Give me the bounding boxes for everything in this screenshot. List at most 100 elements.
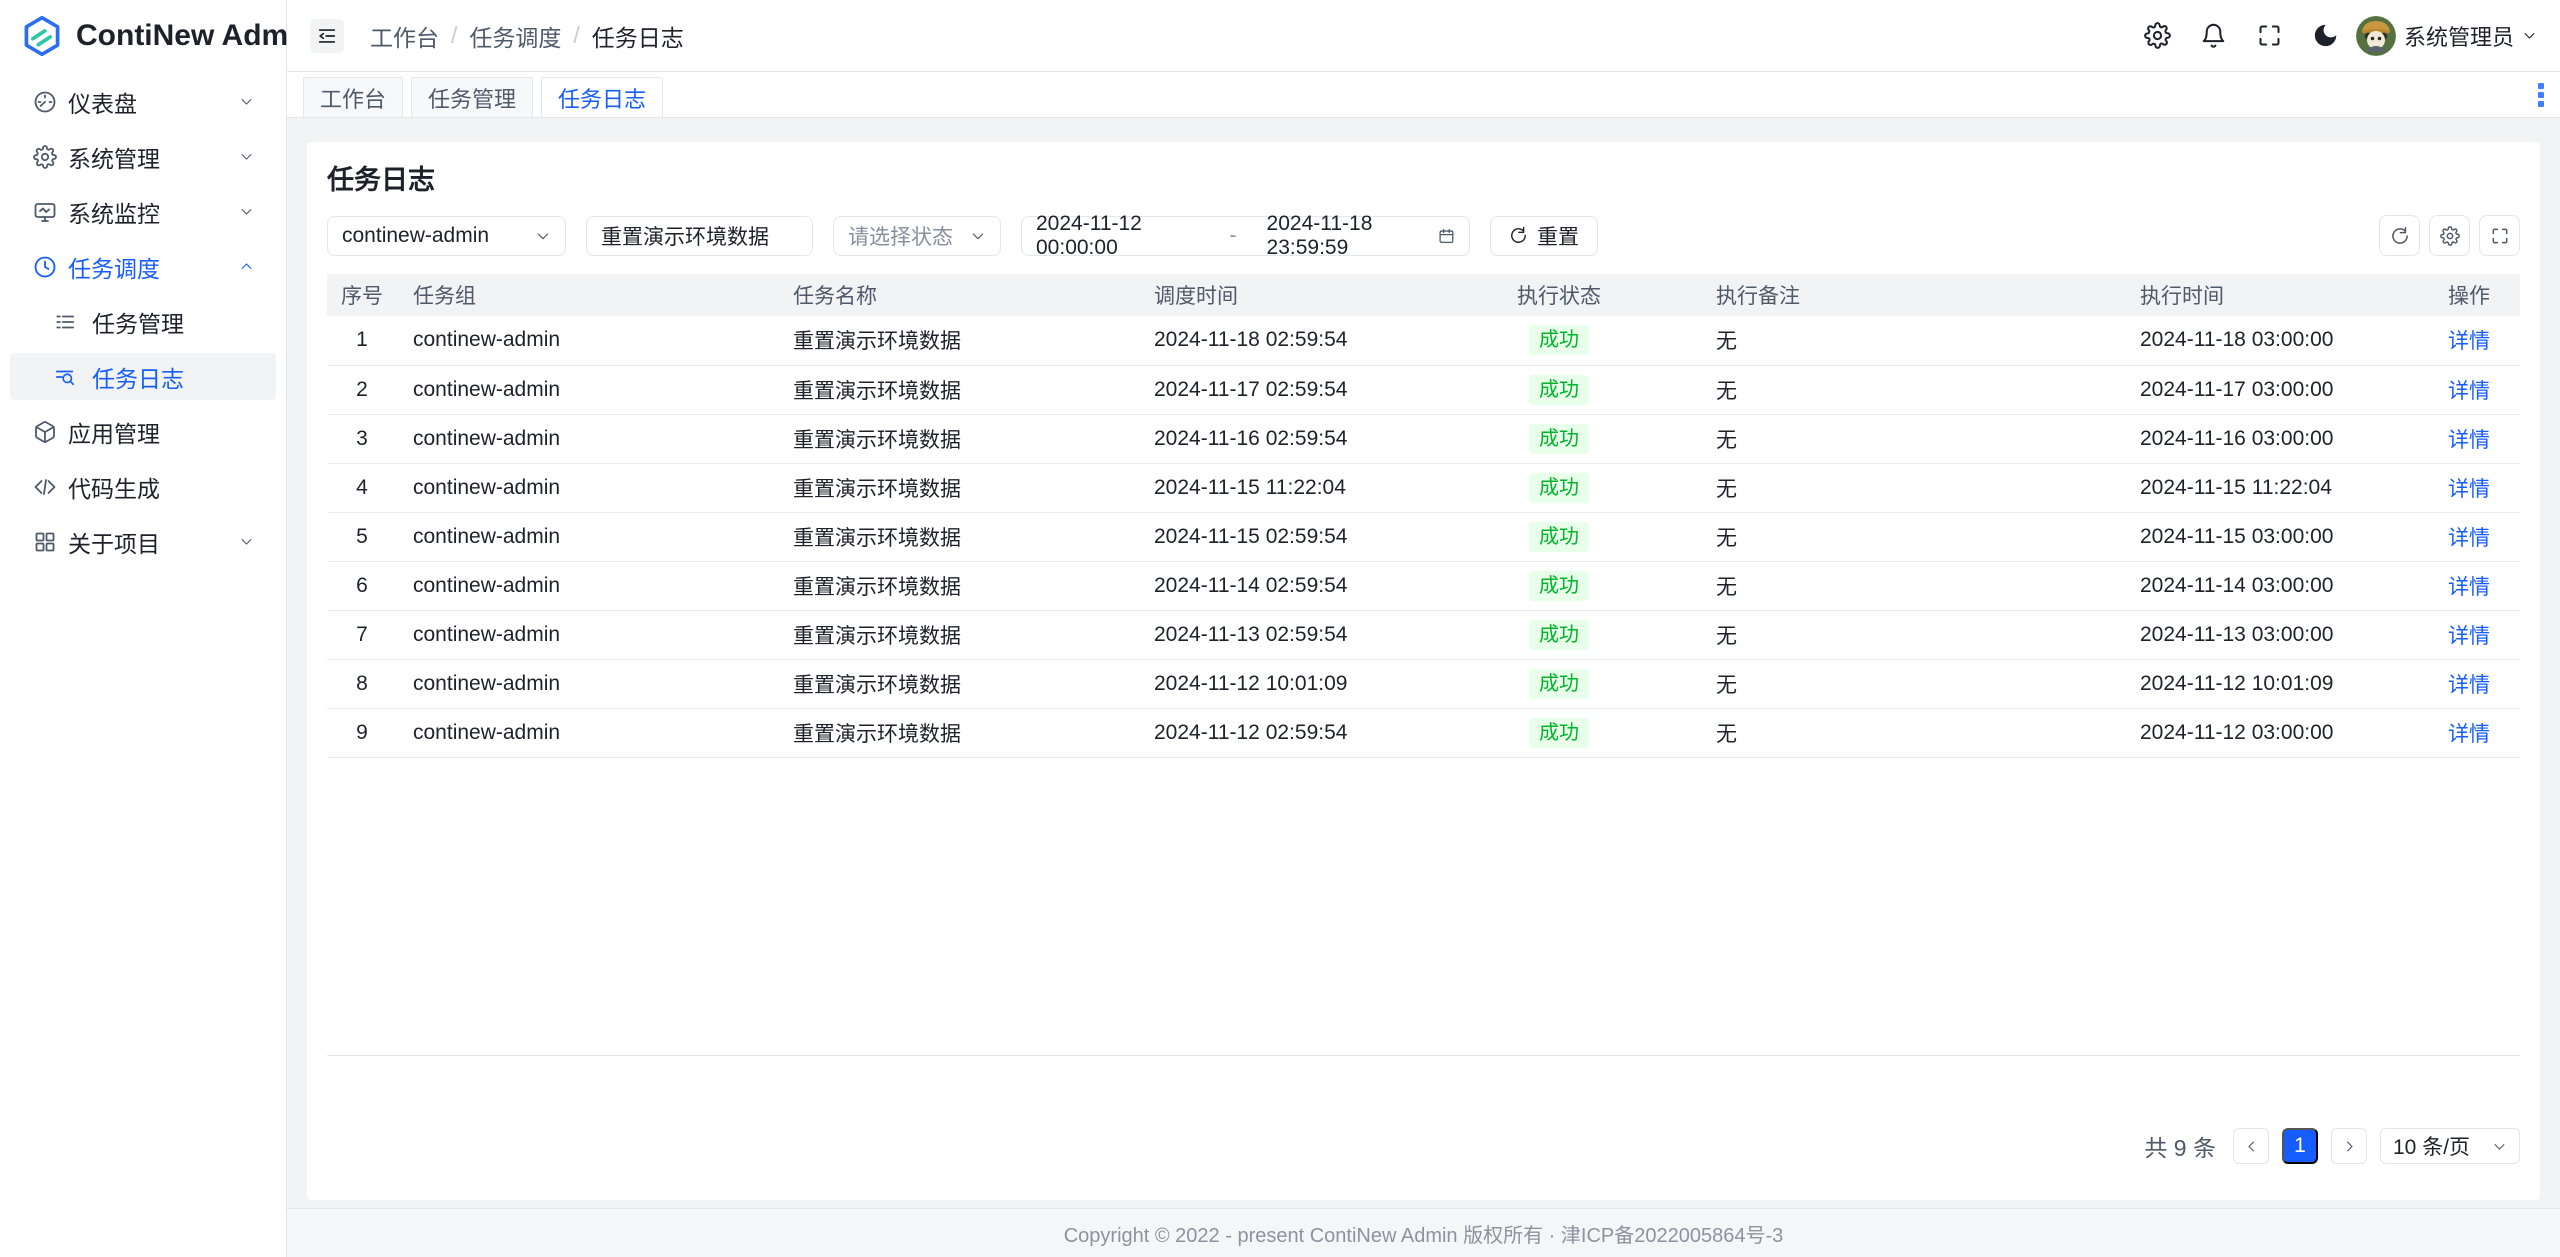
sidebar-collapse-button[interactable]: [310, 19, 344, 53]
tab-workbench[interactable]: 工作台: [303, 77, 403, 117]
cell-schedule-time: 2024-11-13 02:59:54: [1138, 610, 1418, 659]
chevron-down-icon: [2492, 1139, 2507, 1154]
date-range-picker[interactable]: 2024-11-12 00:00:00 - 2024-11-18 23:59:5…: [1021, 216, 1470, 256]
cell-action: 详情: [2394, 316, 2520, 365]
cell-remark: 无: [1700, 708, 2124, 757]
sidebar-item-dashboard[interactable]: 仪表盘: [10, 78, 276, 125]
cell-group: continew-admin: [397, 708, 777, 757]
status-badge: 成功: [1529, 473, 1589, 503]
cell-action: 详情: [2394, 561, 2520, 610]
tab-task-log[interactable]: 任务日志: [541, 77, 663, 117]
cell-group: continew-admin: [397, 610, 777, 659]
table-row: 9continew-admin重置演示环境数据2024-11-12 02:59:…: [327, 708, 2520, 757]
copyright-text: Copyright © 2022 - present ContiNew Admi…: [1064, 1219, 1784, 1248]
refresh-table-button[interactable]: [2379, 215, 2420, 256]
cell-no: 2: [327, 365, 397, 414]
breadcrumb-separator: /: [573, 22, 579, 49]
logo-icon: [20, 14, 64, 58]
tab-more-icon[interactable]: [2536, 80, 2546, 110]
sidebar-item-about-project[interactable]: 关于项目: [10, 518, 276, 565]
sidebar: ContiNew Admin 仪表盘 系统管理 系统监控 任务调度: [0, 0, 287, 1257]
sidebar-item-system-monitor[interactable]: 系统监控: [10, 188, 276, 235]
cell-remark: 无: [1700, 659, 2124, 708]
page-size-select[interactable]: 10 条/页: [2380, 1128, 2520, 1164]
cell-status: 成功: [1418, 659, 1700, 708]
breadcrumb-item[interactable]: 任务调度: [469, 19, 561, 53]
chevron-left-icon: [2244, 1139, 2259, 1154]
fullscreen-icon[interactable]: [2256, 22, 2283, 49]
status-select[interactable]: 请选择状态: [833, 216, 1001, 256]
sidebar-item-app-management[interactable]: 应用管理: [10, 408, 276, 455]
tab-task-management[interactable]: 任务管理: [411, 77, 533, 117]
cell-remark: 无: [1700, 561, 2124, 610]
pagination-total: 共 9 条: [2144, 1129, 2216, 1163]
detail-link[interactable]: 详情: [2448, 330, 2490, 353]
settings-icon[interactable]: [2144, 22, 2171, 49]
cell-name: 重置演示环境数据: [777, 316, 1138, 365]
fullscreen-table-button[interactable]: [2479, 215, 2520, 256]
list-check-icon: [54, 311, 76, 333]
cell-no: 6: [327, 561, 397, 610]
column-settings-button[interactable]: [2429, 215, 2470, 256]
dashboard-icon: [33, 90, 57, 114]
detail-link[interactable]: 详情: [2448, 380, 2490, 403]
sidebar-item-task-log[interactable]: 任务日志: [10, 353, 276, 400]
breadcrumb-item-current: 任务日志: [592, 19, 684, 53]
chevron-down-icon: [239, 94, 254, 109]
cell-schedule-time: 2024-11-18 02:59:54: [1138, 316, 1418, 365]
pagination-prev-button[interactable]: [2233, 1128, 2269, 1164]
cell-action: 详情: [2394, 365, 2520, 414]
cell-group: continew-admin: [397, 316, 777, 365]
reset-button[interactable]: 重置: [1490, 216, 1598, 256]
task-log-table: 序号 任务组 任务名称 调度时间 执行状态 执行备注 执行时间 操作 1cont…: [327, 274, 2520, 1056]
notification-bell-icon[interactable]: [2200, 22, 2227, 49]
pagination-page-1[interactable]: 1: [2282, 1128, 2318, 1164]
detail-link[interactable]: 详情: [2448, 723, 2490, 746]
cell-name: 重置演示环境数据: [777, 659, 1138, 708]
cube-icon: [33, 420, 57, 444]
detail-link[interactable]: 详情: [2448, 429, 2490, 452]
dark-mode-moon-icon[interactable]: [2312, 22, 2339, 49]
logo[interactable]: ContiNew Admin: [0, 0, 286, 72]
sidebar-item-system-management[interactable]: 系统管理: [10, 133, 276, 180]
status-badge: 成功: [1529, 375, 1589, 405]
detail-link[interactable]: 详情: [2448, 478, 2490, 501]
grid-icon: [33, 530, 57, 554]
detail-link[interactable]: 详情: [2448, 576, 2490, 599]
task-log-card: 任务日志 continew-admin 重置演示环境数据 请选择状态 2024: [307, 142, 2540, 1200]
log-search-icon: [54, 366, 76, 388]
cell-schedule-time: 2024-11-15 11:22:04: [1138, 463, 1418, 512]
date-start: 2024-11-12 00:00:00: [1036, 212, 1200, 260]
cell-status: 成功: [1418, 365, 1700, 414]
breadcrumb-item[interactable]: 工作台: [370, 19, 439, 53]
chevron-down-icon: [2522, 28, 2537, 43]
column-header-group: 任务组: [397, 274, 777, 316]
detail-link[interactable]: 详情: [2448, 625, 2490, 648]
status-badge: 成功: [1529, 669, 1589, 699]
sidebar-item-task-scheduling[interactable]: 任务调度: [10, 243, 276, 290]
chevron-down-icon: [970, 228, 986, 244]
cell-remark: 无: [1700, 414, 2124, 463]
sidebar-item-code-generation[interactable]: 代码生成: [10, 463, 276, 510]
menu-fold-icon: [316, 25, 338, 47]
pagination-next-button[interactable]: [2331, 1128, 2367, 1164]
table-row: 8continew-admin重置演示环境数据2024-11-12 10:01:…: [327, 659, 2520, 708]
cell-exec-time: 2024-11-15 11:22:04: [2124, 463, 2394, 512]
cell-no: 4: [327, 463, 397, 512]
status-badge: 成功: [1529, 571, 1589, 601]
sidebar-item-label: 任务调度: [68, 250, 160, 284]
column-header-exec-time: 执行时间: [2124, 274, 2394, 316]
date-end: 2024-11-18 23:59:59: [1267, 212, 1431, 260]
detail-link[interactable]: 详情: [2448, 674, 2490, 697]
cell-exec-time: 2024-11-18 03:00:00: [2124, 316, 2394, 365]
sidebar-item-task-management[interactable]: 任务管理: [10, 298, 276, 345]
user-menu[interactable]: 系统管理员: [2356, 16, 2537, 56]
status-badge: 成功: [1529, 620, 1589, 650]
monitor-icon: [33, 200, 57, 224]
cell-name: 重置演示环境数据: [777, 365, 1138, 414]
cell-name: 重置演示环境数据: [777, 414, 1138, 463]
column-header-schedule-time: 调度时间: [1138, 274, 1418, 316]
task-name-input[interactable]: 重置演示环境数据: [586, 216, 813, 256]
detail-link[interactable]: 详情: [2448, 527, 2490, 550]
task-group-select[interactable]: continew-admin: [327, 216, 566, 256]
